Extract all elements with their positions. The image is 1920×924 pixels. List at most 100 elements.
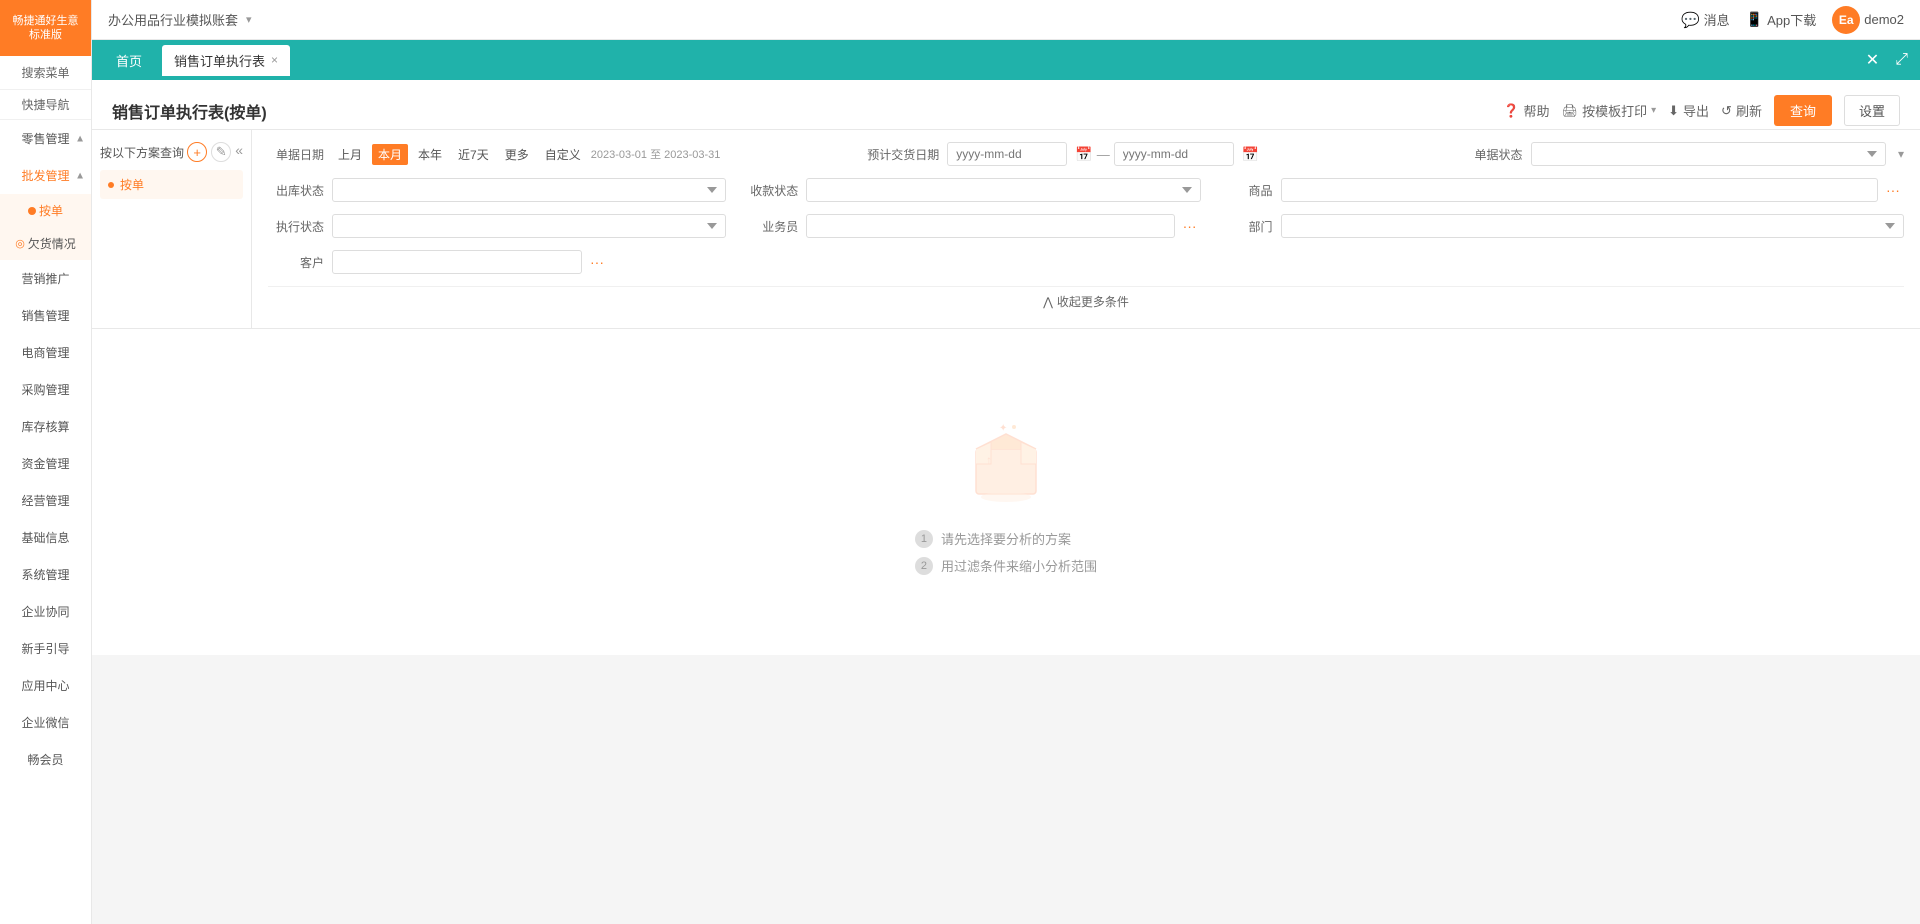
sidebar-item-finance[interactable]: 资金管理: [0, 445, 91, 482]
sidebar-sub-item-qianhuo[interactable]: ◎ 欠货情况: [0, 227, 91, 260]
date-btn-more[interactable]: 更多: [499, 144, 535, 165]
refresh-btn[interactable]: ↺ 刷新: [1721, 101, 1762, 120]
scheme-edit-btn[interactable]: ✎: [211, 142, 231, 162]
empty-tips: 1 请先选择要分析的方案 2 用过滤条件来缩小分析范围: [915, 529, 1097, 575]
avatar: Ea: [1832, 6, 1860, 34]
industry-arrow-icon[interactable]: ▾: [246, 13, 252, 26]
goods-input[interactable]: [1281, 178, 1878, 202]
retail-arrow-icon: ▲: [75, 133, 85, 144]
sidebar-item-guide[interactable]: 新手引导: [0, 630, 91, 667]
export-icon: ⬇: [1668, 103, 1679, 119]
collection-label: 收款状态: [742, 182, 798, 199]
sidebar-sub-item-anjia[interactable]: 按单: [0, 194, 91, 227]
field-outbound: 出库状态: [268, 178, 726, 202]
salesman-control: ···: [806, 214, 1200, 238]
sidebar-item-business[interactable]: 经营管理: [0, 482, 91, 519]
help-icon: ❓: [1503, 103, 1519, 119]
window-close-btn[interactable]: ✕: [1862, 48, 1883, 72]
date-btn-custom[interactable]: 自定义: [539, 144, 587, 165]
customer-input[interactable]: [332, 250, 582, 274]
sidebar-item-system[interactable]: 系统管理: [0, 556, 91, 593]
topbar-left: 办公用品行业模拟账套 ▾: [108, 10, 252, 29]
date-btn-thismonth[interactable]: 本月: [372, 144, 408, 165]
exec-select[interactable]: [332, 214, 726, 238]
page-content: 销售订单执行表(按单) ❓ 帮助 🖨 按模板打印 ▾ ⬇ 导出 ↺ 刷新: [92, 80, 1920, 924]
scheme-dot-icon: [108, 182, 114, 188]
expected-date-label: 预计交货日期: [867, 146, 939, 163]
order-status-select[interactable]: [1531, 142, 1886, 166]
sidebar-item-collab[interactable]: 企业协同: [0, 593, 91, 630]
goods-picker-btn[interactable]: ···: [1882, 180, 1904, 200]
expected-date-to[interactable]: [1114, 142, 1234, 166]
message-btn[interactable]: 💬 消息: [1681, 10, 1730, 29]
topbar-right: 💬 消息 📱 App下载 Ea demo2: [1681, 6, 1904, 34]
svg-text:✦: ✦: [999, 423, 1007, 434]
empty-state: ✦ ↑ 1 请先选择要分析的方案 2 用过滤条件来缩小分析范围: [92, 329, 1920, 655]
dept-select[interactable]: [1281, 214, 1904, 238]
sidebar-item-wholesale[interactable]: 批发管理 ▲: [0, 157, 91, 194]
collapse-arrow-icon: ⋀: [1043, 295, 1053, 309]
field-dept: 部门: [1217, 214, 1904, 238]
salesman-picker-btn[interactable]: ···: [1179, 216, 1201, 236]
date-btn-7days[interactable]: 近7天: [452, 144, 495, 165]
collection-select[interactable]: [806, 178, 1200, 202]
export-btn[interactable]: ⬇ 导出: [1668, 101, 1709, 120]
scheme-item-anjia[interactable]: 按单: [100, 170, 243, 199]
tabbar: 首页 销售订单执行表 × ✕ ⤢: [92, 40, 1920, 80]
salesman-input[interactable]: [806, 214, 1174, 238]
sidebar-item-search[interactable]: 搜索菜单: [0, 56, 91, 90]
app-download-btn[interactable]: 📱 App下载: [1746, 10, 1817, 29]
help-btn[interactable]: ❓ 帮助: [1503, 101, 1549, 120]
tab-close-icon[interactable]: ×: [271, 54, 278, 66]
date-btn-thisyear[interactable]: 本年: [412, 144, 448, 165]
cal-from-icon: 📅: [1075, 146, 1092, 163]
tab-sales-exec[interactable]: 销售订单执行表 ×: [162, 45, 290, 76]
date-btn-lastmonth[interactable]: 上月: [332, 144, 368, 165]
empty-tip-1: 1 请先选择要分析的方案: [915, 529, 1097, 548]
expected-date-from[interactable]: [947, 142, 1067, 166]
date-separator: —: [1097, 147, 1110, 162]
topbar: 办公用品行业模拟账套 ▾ 💬 消息 📱 App下载 Ea demo2: [92, 0, 1920, 40]
outbound-control: [332, 178, 726, 202]
query-button[interactable]: 查询: [1774, 95, 1832, 126]
industry-label: 办公用品行业模拟账套: [108, 10, 238, 29]
empty-illustration: ✦ ↑: [956, 409, 1056, 509]
field-salesman: 业务员 ···: [742, 214, 1200, 238]
field-expected-date: 预计交货日期 📅 — 📅: [867, 142, 1450, 166]
scheme-actions: + ✎ «: [187, 142, 243, 162]
sidebar-item-quicknav[interactable]: 快捷导航: [0, 90, 91, 120]
sidebar-item-member[interactable]: 畅会员: [0, 741, 91, 778]
sidebar-item-sales[interactable]: 销售管理: [0, 297, 91, 334]
page-header: 销售订单执行表(按单) ❓ 帮助 🖨 按模板打印 ▾ ⬇ 导出 ↺ 刷新: [92, 80, 1920, 130]
sidebar-item-retail[interactable]: 零售管理 ▲: [0, 120, 91, 157]
download-icon: 📱: [1746, 11, 1763, 28]
filter-row-3: 执行状态 业务员 ···: [268, 214, 1904, 238]
sidebar-item-marketing[interactable]: 营销推广: [0, 260, 91, 297]
sidebar-item-appcenter[interactable]: 应用中心: [0, 667, 91, 704]
logo-text: 畅捷通好生意 标准版: [13, 14, 79, 43]
user-menu-btn[interactable]: Ea demo2: [1832, 6, 1904, 34]
wholesale-arrow-icon: ▲: [75, 170, 85, 181]
sidebar-item-wechat[interactable]: 企业微信: [0, 704, 91, 741]
page-header-actions: ❓ 帮助 🖨 按模板打印 ▾ ⬇ 导出 ↺ 刷新 查询 设置: [1503, 95, 1900, 126]
filter-scheme-title: 按以下方案查询 + ✎ «: [100, 142, 243, 162]
tab-home[interactable]: 首页: [100, 45, 158, 76]
scheme-add-btn[interactable]: +: [187, 142, 207, 162]
collapse-more-btn[interactable]: ⋀ 收起更多条件: [268, 286, 1904, 316]
main-area: 办公用品行业模拟账套 ▾ 💬 消息 📱 App下载 Ea demo2 首页 销售…: [92, 0, 1920, 924]
print-btn[interactable]: 🖨 按模板打印 ▾: [1562, 101, 1657, 120]
sidebar-item-inventory[interactable]: 库存核算: [0, 408, 91, 445]
dept-control: [1281, 214, 1904, 238]
customer-picker-btn[interactable]: ···: [586, 252, 608, 272]
scheme-collapse-btn[interactable]: «: [235, 142, 243, 162]
svg-text:↑: ↑: [986, 453, 992, 467]
sidebar-logo[interactable]: 畅捷通好生意 标准版: [0, 0, 91, 56]
sidebar-item-purchase[interactable]: 采购管理: [0, 371, 91, 408]
sidebar-item-basic[interactable]: 基础信息: [0, 519, 91, 556]
window-maximize-btn[interactable]: ⤢: [1891, 49, 1912, 71]
exec-control: [332, 214, 726, 238]
sidebar-item-ecommerce[interactable]: 电商管理: [0, 334, 91, 371]
outbound-label: 出库状态: [268, 182, 324, 199]
settings-button[interactable]: 设置: [1844, 95, 1900, 126]
outbound-select[interactable]: [332, 178, 726, 202]
